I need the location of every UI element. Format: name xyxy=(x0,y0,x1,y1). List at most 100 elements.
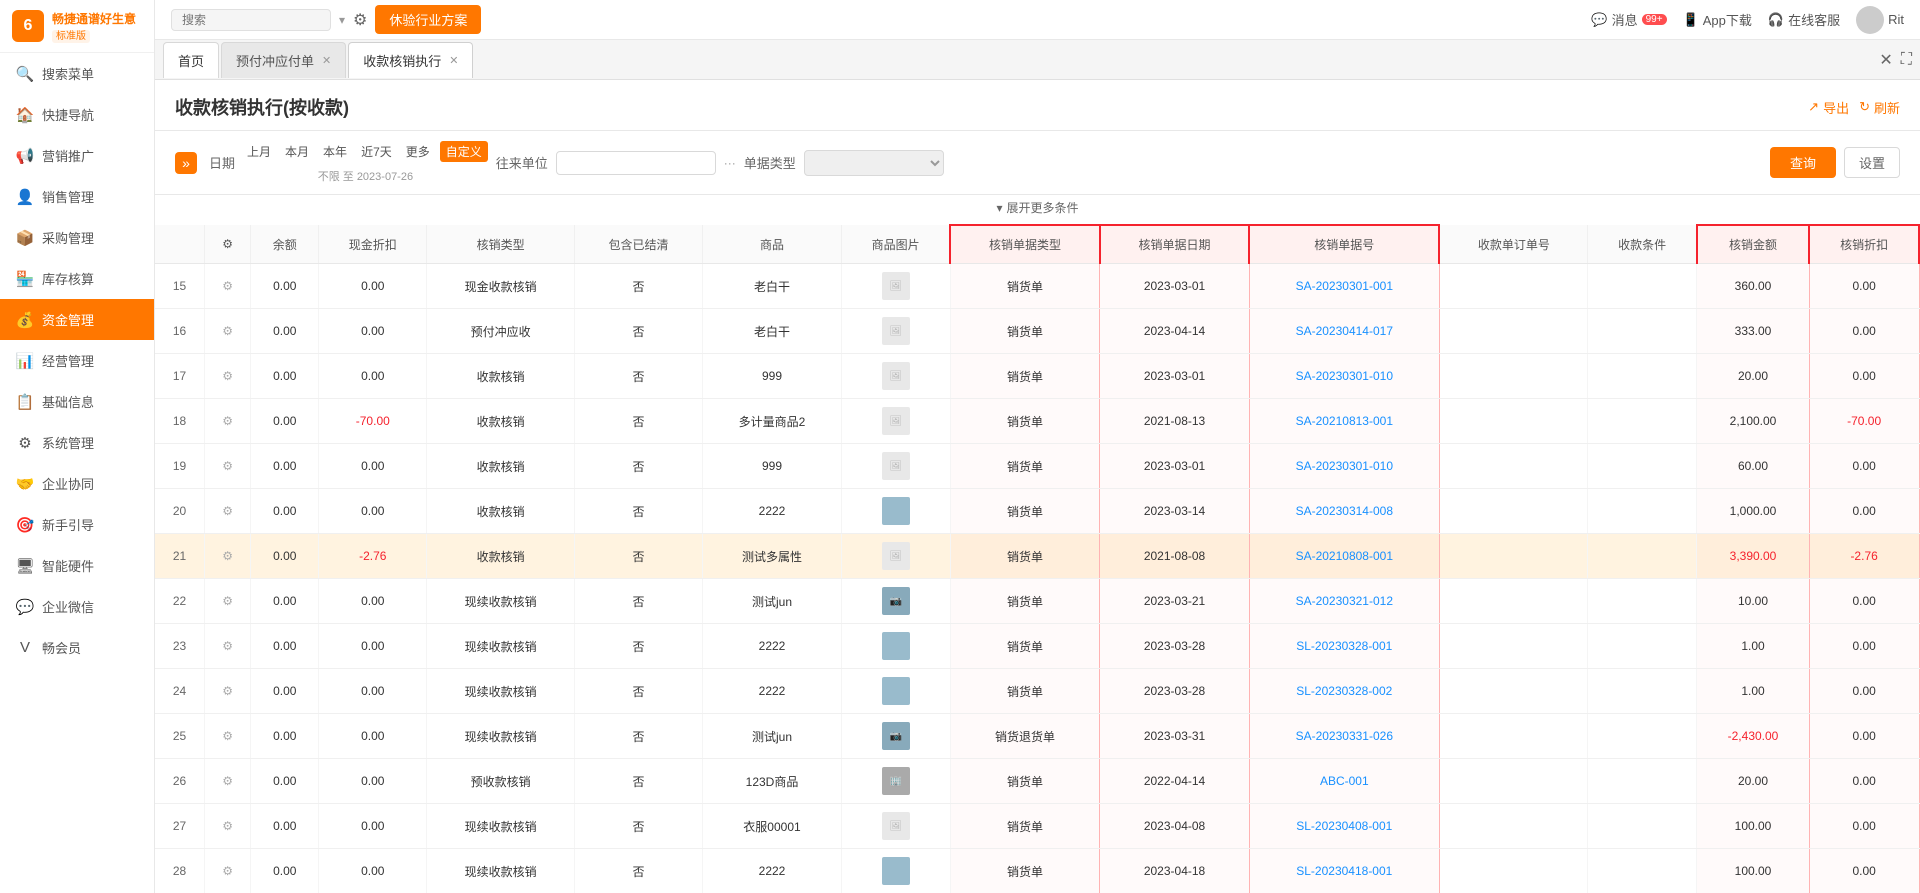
expand-more-btn[interactable]: ▾ 展开更多条件 xyxy=(996,199,1078,216)
app-download-item[interactable]: 📱 App下载 xyxy=(1683,10,1752,29)
sidebar-item-采购管理[interactable]: 📦 采购管理 xyxy=(0,217,154,258)
sidebar-item-新手引导[interactable]: 🎯 新手引导 xyxy=(0,504,154,545)
cell-type-12: 现续收款核销 xyxy=(427,804,575,849)
sidebar-item-搜索菜单[interactable]: 🔍 搜索菜单 xyxy=(0,53,154,94)
cell-settings-11[interactable]: ⚙ xyxy=(205,759,251,804)
industry-btn[interactable]: 休验行业方案 xyxy=(375,5,481,34)
bill-no-link-10[interactable]: SA-20230331-026 xyxy=(1296,729,1393,743)
bill-no-link-12[interactable]: SL-20230408-001 xyxy=(1296,819,1392,833)
table-row: 15⚙0.000.00现金收款核销否老白干🖼销货单2023-03-01SA-20… xyxy=(155,264,1919,309)
row-id-8: 23 xyxy=(155,624,205,669)
sidebar-item-智能硬件[interactable]: 🖥 智能硬件 xyxy=(0,545,154,586)
bill-no-link-1[interactable]: SA-20230414-017 xyxy=(1296,324,1393,338)
cell-bill_no-2[interactable]: SA-20230301-010 xyxy=(1249,354,1439,399)
sidebar-item-企业协同[interactable]: 🤝 企业协同 xyxy=(0,463,154,504)
bill-type-select[interactable] xyxy=(804,150,944,176)
date-7days[interactable]: 近7天 xyxy=(357,141,396,162)
cell-bill_no-11[interactable]: ABC-001 xyxy=(1249,759,1439,804)
bill-no-link-9[interactable]: SL-20230328-002 xyxy=(1296,684,1392,698)
message-item[interactable]: 💬 消息 99+ xyxy=(1591,10,1666,29)
sidebar-item-资金管理[interactable]: 💰 资金管理 xyxy=(0,299,154,340)
query-btn[interactable]: 查询 xyxy=(1770,147,1836,178)
date-this-month[interactable]: 本月 xyxy=(281,141,313,162)
topbar: ▾ ⚙ 休验行业方案 💬 消息 99+ 📱 App下载 🎧 在线客服 Rit xyxy=(155,0,1920,40)
bill-no-link-7[interactable]: SA-20230321-012 xyxy=(1296,594,1393,608)
sidebar-item-营销推广[interactable]: 📢 营销推广 xyxy=(0,135,154,176)
bill-no-link-8[interactable]: SL-20230328-001 xyxy=(1296,639,1392,653)
cell-settings-1[interactable]: ⚙ xyxy=(205,309,251,354)
date-custom-btn[interactable]: 自定义 xyxy=(440,141,488,162)
bill-no-link-2[interactable]: SA-20230301-010 xyxy=(1296,369,1393,383)
cell-settings-8[interactable]: ⚙ xyxy=(205,624,251,669)
cell-settings-13[interactable]: ⚙ xyxy=(205,849,251,893)
cell-bill_no-8[interactable]: SL-20230328-001 xyxy=(1249,624,1439,669)
tab-2[interactable]: 收款核销执行✕ xyxy=(348,42,473,78)
export-btn[interactable]: ↗ 导出 xyxy=(1808,98,1849,117)
date-this-year[interactable]: 本年 xyxy=(319,141,351,162)
cell-settings-7[interactable]: ⚙ xyxy=(205,579,251,624)
bill-no-link-4[interactable]: SA-20230301-010 xyxy=(1296,459,1393,473)
bill-no-link-0[interactable]: SA-20230301-001 xyxy=(1296,279,1393,293)
cell-bill_no-6[interactable]: SA-20210808-001 xyxy=(1249,534,1439,579)
sidebar-item-经营管理[interactable]: 📊 经营管理 xyxy=(0,340,154,381)
gear-icon[interactable]: ⚙ xyxy=(353,10,367,30)
cell-bill_no-3[interactable]: SA-20210813-001 xyxy=(1249,399,1439,444)
online-service-item[interactable]: 🎧 在线客服 xyxy=(1768,10,1840,29)
sidebar-item-快捷导航[interactable]: 🏠 快捷导航 xyxy=(0,94,154,135)
cell-settings-3[interactable]: ⚙ xyxy=(205,399,251,444)
sidebar-icon-11: 🎯 xyxy=(16,516,34,534)
cell-bill_no-0[interactable]: SA-20230301-001 xyxy=(1249,264,1439,309)
cell-bill_no-13[interactable]: SL-20230418-001 xyxy=(1249,849,1439,893)
close-tab-btn[interactable]: ✕ xyxy=(1879,50,1892,70)
bill-no-link-5[interactable]: SA-20230314-008 xyxy=(1296,504,1393,518)
bill-no-link-13[interactable]: SL-20230418-001 xyxy=(1296,864,1392,878)
cell-cash_discount-0: 0.00 xyxy=(319,264,427,309)
cell-bill_type-1: 销货单 xyxy=(950,309,1100,354)
search-input[interactable] xyxy=(171,9,331,31)
bill-no-link-6[interactable]: SA-20210808-001 xyxy=(1296,549,1393,563)
date-prev-month[interactable]: 上月 xyxy=(243,141,275,162)
tab-0[interactable]: 首页 xyxy=(163,42,219,78)
user-info[interactable]: Rit xyxy=(1856,6,1904,34)
cell-bill_no-4[interactable]: SA-20230301-010 xyxy=(1249,444,1439,489)
tab-1[interactable]: 预付冲应付单✕ xyxy=(221,42,346,78)
cell-settings-5[interactable]: ⚙ xyxy=(205,489,251,534)
settings-btn[interactable]: 设置 xyxy=(1844,147,1900,178)
cell-settings-10[interactable]: ⚙ xyxy=(205,714,251,759)
cell-settings-6[interactable]: ⚙ xyxy=(205,534,251,579)
cell-amount-12: 100.00 xyxy=(1697,804,1809,849)
tab-close-1[interactable]: ✕ xyxy=(322,54,331,67)
date-more[interactable]: 更多 xyxy=(402,141,434,162)
refresh-btn[interactable]: ↻ 刷新 xyxy=(1859,98,1900,117)
cell-bill_no-5[interactable]: SA-20230314-008 xyxy=(1249,489,1439,534)
cell-bill_no-10[interactable]: SA-20230331-026 xyxy=(1249,714,1439,759)
cell-settings-2[interactable]: ⚙ xyxy=(205,354,251,399)
cell-settings-12[interactable]: ⚙ xyxy=(205,804,251,849)
cell-settings-0[interactable]: ⚙ xyxy=(205,264,251,309)
bill-no-link-11[interactable]: ABC-001 xyxy=(1320,774,1369,788)
sidebar-item-基础信息[interactable]: 📋 基础信息 xyxy=(0,381,154,422)
message-icon: 💬 xyxy=(1591,12,1607,28)
cell-bill_no-1[interactable]: SA-20230414-017 xyxy=(1249,309,1439,354)
sidebar-item-企业微信[interactable]: 💬 企业微信 xyxy=(0,586,154,627)
cell-bill_no-12[interactable]: SL-20230408-001 xyxy=(1249,804,1439,849)
cell-settings-9[interactable]: ⚙ xyxy=(205,669,251,714)
tab-close-2[interactable]: ✕ xyxy=(449,54,458,67)
sidebar-item-销售管理[interactable]: 👤 销售管理 xyxy=(0,176,154,217)
cell-settings-4[interactable]: ⚙ xyxy=(205,444,251,489)
cell-bill_no-7[interactable]: SA-20230321-012 xyxy=(1249,579,1439,624)
sidebar-item-系统管理[interactable]: ⚙ 系统管理 xyxy=(0,422,154,463)
cell-bill_no-9[interactable]: SL-20230328-002 xyxy=(1249,669,1439,714)
sidebar-item-畅会员[interactable]: V 畅会员 xyxy=(0,627,154,668)
unit-input[interactable] xyxy=(556,151,716,175)
bill-no-link-3[interactable]: SA-20210813-001 xyxy=(1296,414,1393,428)
cell-balance-0: 0.00 xyxy=(251,264,319,309)
cell-type-11: 预收款核销 xyxy=(427,759,575,804)
cell-bill_type-3: 销货单 xyxy=(950,399,1100,444)
fullscreen-btn[interactable]: ⛶ xyxy=(1901,51,1912,69)
message-badge: 99+ xyxy=(1642,14,1667,25)
filter-expand-btn[interactable]: » xyxy=(175,152,197,174)
sidebar-item-库存核算[interactable]: 🏪 库存核算 xyxy=(0,258,154,299)
cell-type-4: 收款核销 xyxy=(427,444,575,489)
sidebar-icon-13: 💬 xyxy=(16,598,34,616)
